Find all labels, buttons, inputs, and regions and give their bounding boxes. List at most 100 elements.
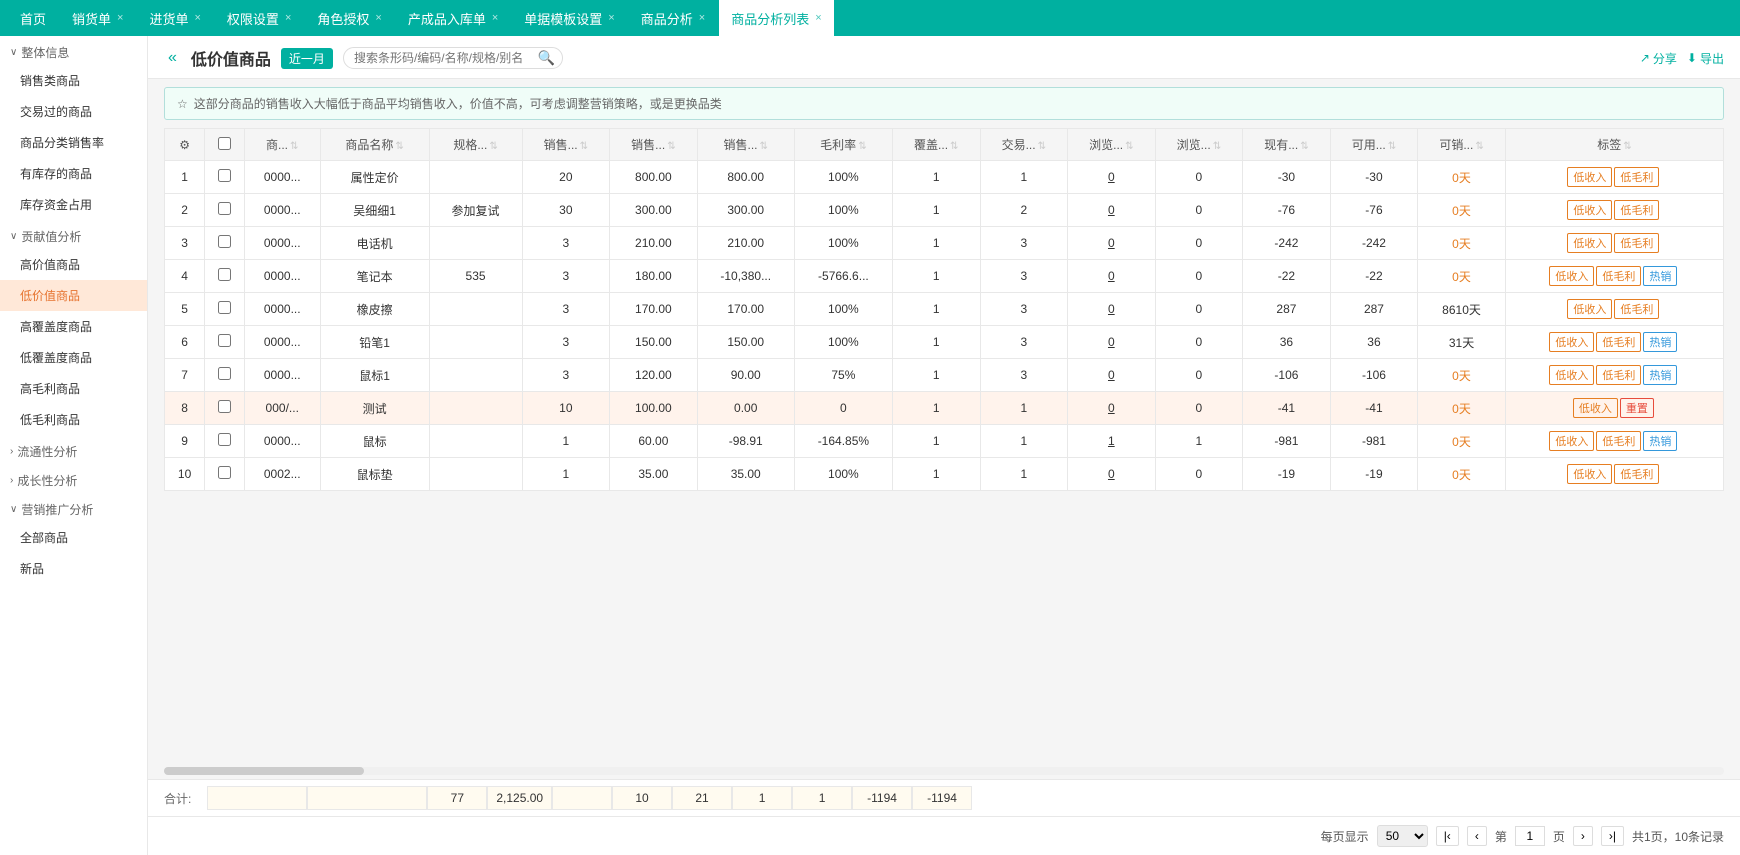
nav-role-auth[interactable]: 角色授权× <box>305 0 393 36</box>
td-check[interactable] <box>205 326 245 359</box>
browse-link[interactable]: 1 <box>1108 434 1115 448</box>
row-checkbox[interactable] <box>218 334 231 347</box>
td-browse1[interactable]: 0 <box>1068 326 1156 359</box>
row-checkbox[interactable] <box>218 400 231 413</box>
row-checkbox[interactable] <box>218 367 231 380</box>
prev-page-button[interactable]: ‹ <box>1467 826 1487 846</box>
close-icon[interactable]: × <box>285 12 291 24</box>
sidebar-group-overall[interactable]: ∨ 整体信息 <box>0 36 147 65</box>
td-check[interactable] <box>205 260 245 293</box>
last-page-button[interactable]: ›| <box>1601 826 1624 846</box>
th-cover[interactable]: 覆盖...⇅ <box>892 129 980 161</box>
browse-link[interactable]: 0 <box>1108 335 1115 349</box>
td-browse1[interactable]: 1 <box>1068 425 1156 458</box>
browse-link[interactable]: 0 <box>1108 368 1115 382</box>
td-check[interactable] <box>205 359 245 392</box>
nav-template-settings[interactable]: 单据模板设置× <box>512 0 626 36</box>
export-button[interactable]: ⬇ 导出 <box>1687 50 1724 67</box>
next-page-button[interactable]: › <box>1573 826 1593 846</box>
sidebar-group-circulation[interactable]: › 流通性分析 <box>0 435 147 464</box>
th-browse2[interactable]: 浏览...⇅ <box>1155 129 1243 161</box>
th-sales-avg[interactable]: 销售...⇅ <box>697 129 794 161</box>
th-stock[interactable]: 现有...⇅ <box>1243 129 1331 161</box>
page-number-input[interactable] <box>1515 826 1545 846</box>
th-settings[interactable]: ⚙ <box>165 129 205 161</box>
th-tag[interactable]: 标签⇅ <box>1505 129 1723 161</box>
sidebar-item-all-products[interactable]: 全部商品 <box>0 522 147 553</box>
browse-link[interactable]: 0 <box>1108 467 1115 481</box>
browse-link[interactable]: 0 <box>1108 269 1115 283</box>
sidebar-group-contribution[interactable]: ∨ 贡献值分析 <box>0 220 147 249</box>
td-browse1[interactable]: 0 <box>1068 260 1156 293</box>
sidebar-item-stock-products[interactable]: 有库存的商品 <box>0 158 147 189</box>
browse-link[interactable]: 0 <box>1108 401 1115 415</box>
th-code[interactable]: 商...⇅ <box>244 129 320 161</box>
nav-permissions[interactable]: 权限设置× <box>215 0 303 36</box>
close-icon[interactable]: × <box>117 12 123 24</box>
td-browse1[interactable]: 0 <box>1068 293 1156 326</box>
share-button[interactable]: ↗ 分享 <box>1640 50 1677 67</box>
th-sales-amt[interactable]: 销售...⇅ <box>610 129 698 161</box>
td-check[interactable] <box>205 458 245 491</box>
search-icon[interactable]: 🔍 <box>538 50 555 67</box>
td-check[interactable] <box>205 392 245 425</box>
nav-product-analysis-list[interactable]: 商品分析列表× <box>719 0 833 36</box>
td-browse1[interactable]: 0 <box>1068 359 1156 392</box>
nav-product-entry[interactable]: 产成品入库单× <box>396 0 510 36</box>
td-check[interactable] <box>205 161 245 194</box>
close-icon[interactable]: × <box>608 12 614 24</box>
browse-link[interactable]: 0 <box>1108 170 1115 184</box>
row-checkbox[interactable] <box>218 235 231 248</box>
page-size-select[interactable]: 50 100 200 <box>1377 825 1428 847</box>
select-all-checkbox[interactable] <box>218 137 231 150</box>
browse-link[interactable]: 0 <box>1108 203 1115 217</box>
collapse-button[interactable]: « <box>164 48 181 68</box>
nav-purchase-order[interactable]: 进货单× <box>137 0 212 36</box>
th-trade[interactable]: 交易...⇅ <box>980 129 1068 161</box>
search-input[interactable] <box>343 47 563 69</box>
td-browse1[interactable]: 0 <box>1068 392 1156 425</box>
th-spec[interactable]: 规格...⇅ <box>429 129 522 161</box>
sidebar-item-high-coverage[interactable]: 高覆盖度商品 <box>0 311 147 342</box>
row-checkbox[interactable] <box>218 466 231 479</box>
td-browse1[interactable]: 0 <box>1068 161 1156 194</box>
nav-product-analysis[interactable]: 商品分析× <box>629 0 717 36</box>
close-icon[interactable]: × <box>375 12 381 24</box>
th-gross-rate[interactable]: 毛利率⇅ <box>794 129 892 161</box>
td-check[interactable] <box>205 425 245 458</box>
sidebar-item-capital[interactable]: 库存资金占用 <box>0 189 147 220</box>
sidebar-item-high-value[interactable]: 高价值商品 <box>0 249 147 280</box>
th-avail[interactable]: 可用...⇅ <box>1330 129 1418 161</box>
th-sellable[interactable]: 可销...⇅ <box>1418 129 1506 161</box>
row-checkbox[interactable] <box>218 268 231 281</box>
sidebar-item-sales-products[interactable]: 销售类商品 <box>0 65 147 96</box>
close-icon[interactable]: × <box>815 12 821 24</box>
sidebar-item-high-margin[interactable]: 高毛利商品 <box>0 373 147 404</box>
first-page-button[interactable]: |‹ <box>1436 826 1459 846</box>
sidebar-item-low-margin[interactable]: 低毛利商品 <box>0 404 147 435</box>
td-browse1[interactable]: 0 <box>1068 458 1156 491</box>
row-checkbox[interactable] <box>218 169 231 182</box>
nav-sales-order[interactable]: 销货单× <box>60 0 135 36</box>
sidebar-item-low-coverage[interactable]: 低覆盖度商品 <box>0 342 147 373</box>
sidebar-item-low-value[interactable]: 低价值商品 <box>0 280 147 311</box>
td-browse1[interactable]: 0 <box>1068 194 1156 227</box>
row-checkbox[interactable] <box>218 202 231 215</box>
sidebar-group-growth[interactable]: › 成长性分析 <box>0 464 147 493</box>
sidebar-group-marketing[interactable]: ∨ 营销推广分析 <box>0 493 147 522</box>
td-browse1[interactable]: 0 <box>1068 227 1156 260</box>
horizontal-scrollbar[interactable] <box>164 767 1724 775</box>
nav-home[interactable]: 首页 <box>8 0 58 36</box>
row-checkbox[interactable] <box>218 433 231 446</box>
row-checkbox[interactable] <box>218 301 231 314</box>
scrollbar-thumb[interactable] <box>164 767 364 775</box>
td-check[interactable] <box>205 293 245 326</box>
sidebar-item-category-rate[interactable]: 商品分类销售率 <box>0 127 147 158</box>
sidebar-item-traded[interactable]: 交易过的商品 <box>0 96 147 127</box>
close-icon[interactable]: × <box>492 12 498 24</box>
th-check[interactable] <box>205 129 245 161</box>
browse-link[interactable]: 0 <box>1108 302 1115 316</box>
td-check[interactable] <box>205 194 245 227</box>
th-name[interactable]: 商品名称⇅ <box>320 129 429 161</box>
period-button[interactable]: 近一月 <box>281 48 333 69</box>
